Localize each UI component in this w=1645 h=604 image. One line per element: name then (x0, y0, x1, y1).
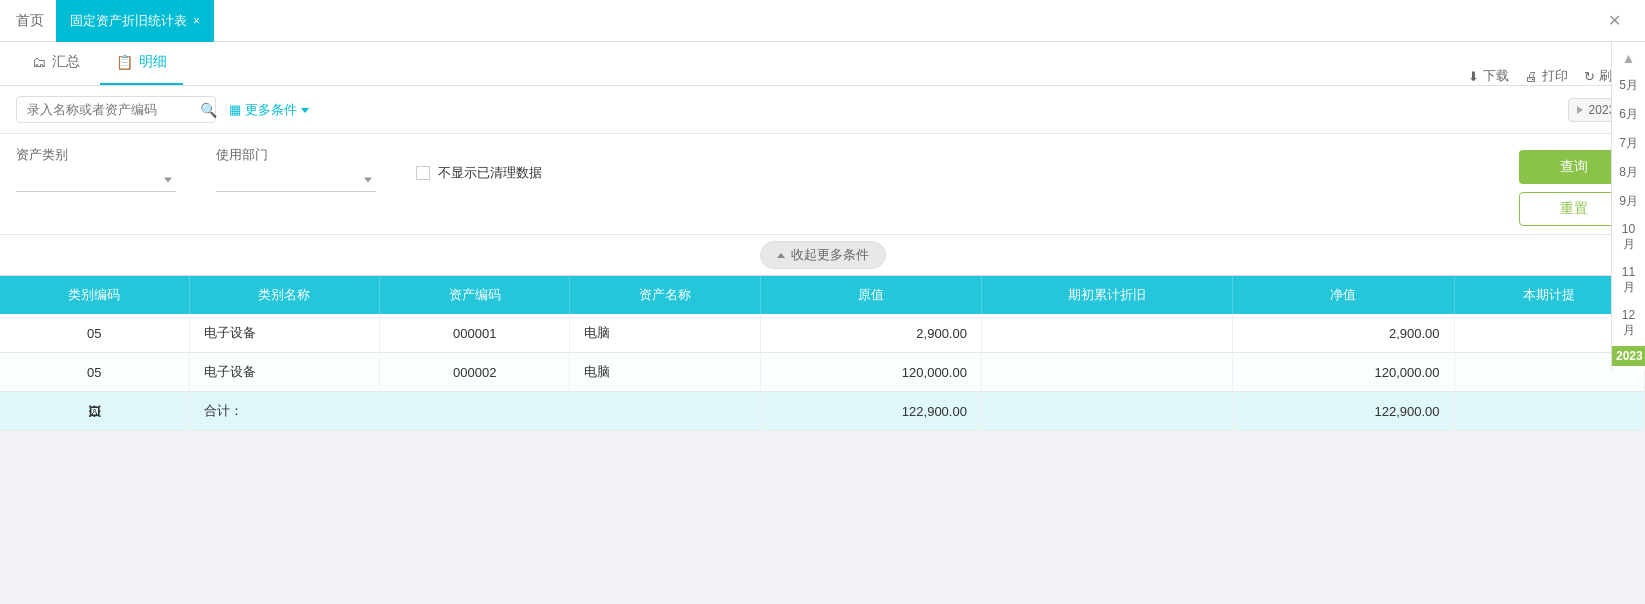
more-conditions-label: 更多条件 (245, 101, 297, 119)
sidebar-month-9[interactable]: 9月 (1612, 188, 1645, 215)
subtotal-icon: 🖼 (88, 404, 101, 419)
col-asset-code: 资产编码 (380, 276, 570, 314)
print-button[interactable]: 🖨 打印 (1525, 67, 1568, 85)
table-header-row: 类别编码 类别名称 资产编码 资产名称 原值 期初累计折旧 净值 本期计提 (0, 276, 1645, 314)
filter-icon: ▦ (229, 102, 241, 117)
cell-category-name: 电子设备 (189, 314, 379, 353)
tab-summary-label: 汇总 (52, 53, 80, 71)
subtotal-label: 合计： (189, 392, 760, 431)
download-label: 下载 (1483, 67, 1509, 85)
search-input[interactable] (16, 96, 216, 123)
date-nav-icon (1577, 106, 1583, 114)
print-label: 打印 (1542, 67, 1568, 85)
home-nav-item[interactable]: 首页 (16, 12, 56, 30)
hide-cleared-label: 不显示已清理数据 (438, 164, 542, 182)
col-accum-depreciation: 期初累计折旧 (981, 276, 1232, 314)
close-tab-button[interactable]: × (193, 14, 200, 28)
sidebar-nav-up-button[interactable]: ▲ (1618, 46, 1640, 70)
collapse-button[interactable]: 收起更多条件 (760, 241, 886, 269)
extended-filter: 资产类别 使用部门 不显示已清理数据 查询 重置 (0, 134, 1645, 235)
tab-detail-label: 明细 (139, 53, 167, 71)
hide-cleared-row: 不显示已清理数据 (416, 164, 542, 182)
subtotal-original-value: 122,900.00 (760, 392, 981, 431)
col-original-value: 原值 (760, 276, 981, 314)
sidebar-month-6[interactable]: 6月 (1612, 101, 1645, 128)
sidebar-year-badge[interactable]: 2023 (1612, 346, 1645, 366)
sidebar-month-5[interactable]: 5月 (1612, 72, 1645, 99)
summary-icon: 🗂 (32, 54, 46, 70)
top-nav: 首页 固定资产折旧统计表 × ✕ (0, 0, 1645, 42)
sidebar-month-12[interactable]: 12月 (1612, 303, 1645, 344)
sidebar-month-10[interactable]: 10月 (1612, 217, 1645, 258)
cell-asset-name: 电脑 (570, 314, 760, 353)
subtotal-accum-depreciation (981, 392, 1232, 431)
tab-detail[interactable]: 📋 明细 (100, 41, 183, 85)
collapse-bar: 收起更多条件 (0, 235, 1645, 276)
tab-bar: 🗂 汇总 📋 明细 ⬇ 下载 🖨 打印 ↻ 刷新 (0, 42, 1645, 86)
filter-bar: 🔍 ▦ 更多条件 2023.01 (0, 86, 1645, 134)
col-category-name: 类别名称 (189, 276, 379, 314)
cell-original-value: 120,000.00 (760, 353, 981, 392)
tab-summary[interactable]: 🗂 汇总 (16, 41, 96, 85)
tab-actions: ⬇ 下载 🖨 打印 ↻ 刷新 (1468, 67, 1629, 85)
window-close-button[interactable]: ✕ (1600, 7, 1629, 34)
cell-asset-code: 000001 (380, 314, 570, 353)
col-net-value: 净值 (1233, 276, 1454, 314)
subtotal-net-value: 122,900.00 (1233, 392, 1454, 431)
col-category-code: 类别编码 (0, 276, 189, 314)
asset-category-label: 资产类别 (16, 146, 176, 164)
sidebar-month-7[interactable]: 7月 (1612, 130, 1645, 157)
hide-cleared-checkbox[interactable] (416, 166, 430, 180)
table-row: 05 电子设备 000001 电脑 2,900.00 2,900.00 (0, 314, 1645, 353)
subtotal-icon-cell: 🖼 (0, 392, 189, 431)
cell-asset-code: 000002 (380, 353, 570, 392)
subtotal-row: 🖼 合计： 122,900.00 122,900.00 (0, 392, 1645, 431)
download-button[interactable]: ⬇ 下载 (1468, 67, 1509, 85)
chevron-up-icon (777, 253, 785, 258)
cell-accum-depreciation (981, 353, 1232, 392)
cell-net-value: 120,000.00 (1233, 353, 1454, 392)
chevron-down-icon (301, 108, 309, 113)
asset-category-field: 资产类别 (16, 146, 176, 192)
refresh-icon: ↻ (1584, 69, 1595, 84)
download-icon: ⬇ (1468, 69, 1479, 84)
active-tab[interactable]: 固定资产折旧统计表 × (56, 0, 214, 42)
cell-asset-name: 电脑 (570, 353, 760, 392)
data-table-container: 类别编码 类别名称 资产编码 资产名称 原值 期初累计折旧 净值 本期计提 05… (0, 276, 1645, 431)
print-icon: 🖨 (1525, 69, 1538, 84)
cell-original-value: 2,900.00 (760, 314, 981, 353)
use-department-select-wrapper (216, 168, 376, 192)
cell-category-code: 05 (0, 314, 189, 353)
sidebar-month-8[interactable]: 8月 (1612, 159, 1645, 186)
subtotal-current-depreciation (1454, 392, 1644, 431)
sidebar-month-11[interactable]: 11月 (1612, 260, 1645, 301)
data-table: 类别编码 类别名称 资产编码 资产名称 原值 期初累计折旧 净值 本期计提 05… (0, 276, 1645, 431)
use-department-label: 使用部门 (216, 146, 376, 164)
search-icon: 🔍 (200, 102, 217, 118)
asset-category-select[interactable] (16, 168, 176, 192)
use-department-select[interactable] (216, 168, 376, 192)
active-tab-label: 固定资产折旧统计表 (70, 12, 187, 30)
right-sidebar: ▲ 5月 6月 7月 8月 9月 10月 11月 12月 2023 (1611, 42, 1645, 370)
detail-icon: 📋 (116, 54, 133, 70)
collapse-label: 收起更多条件 (791, 246, 869, 264)
use-department-field: 使用部门 (216, 146, 376, 192)
cell-category-code: 05 (0, 353, 189, 392)
more-conditions-button[interactable]: ▦ 更多条件 (229, 101, 309, 119)
cell-net-value: 2,900.00 (1233, 314, 1454, 353)
asset-category-select-wrapper (16, 168, 176, 192)
col-asset-name: 资产名称 (570, 276, 760, 314)
cell-accum-depreciation (981, 314, 1232, 353)
table-row: 05 电子设备 000002 电脑 120,000.00 120,000.00 (0, 353, 1645, 392)
cell-category-name: 电子设备 (189, 353, 379, 392)
